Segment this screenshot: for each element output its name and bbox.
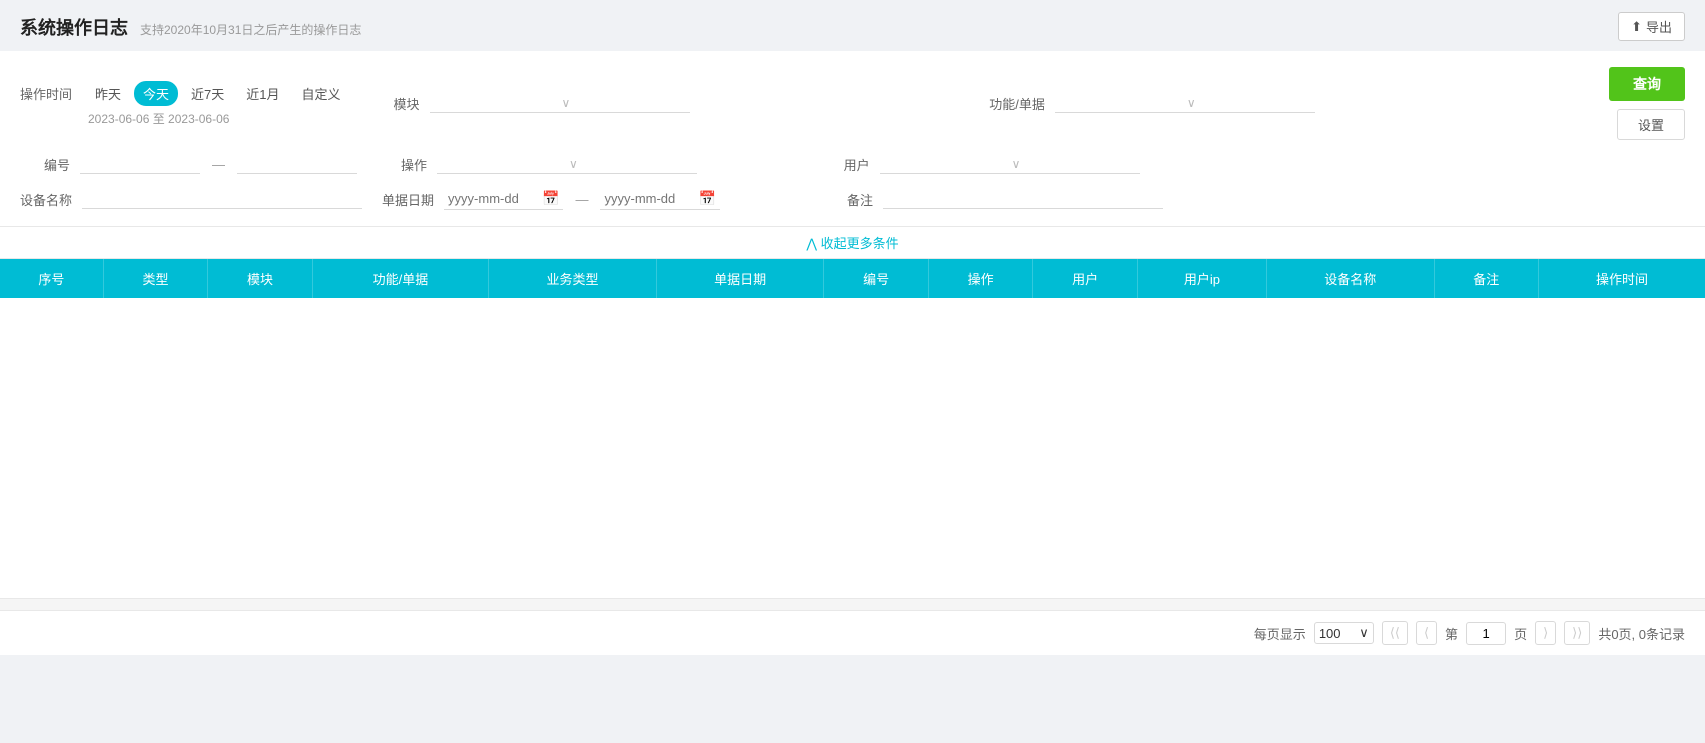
page-title: 系统操作日志 (20, 14, 128, 40)
number-start-input[interactable] (80, 154, 200, 174)
col-module: 模块 (208, 259, 312, 298)
time-buttons: 昨天 今天 近7天 近1月 自定义 (86, 81, 350, 106)
page-subtitle: 支持2020年10月31日之后产生的操作日志 (140, 21, 361, 38)
col-doc-date: 单据日期 (656, 259, 824, 298)
user-select[interactable]: ∨ (880, 155, 1140, 174)
time-btn-today[interactable]: 今天 (134, 81, 178, 106)
doc-date-filter: 单据日期 📅 — 📅 (382, 188, 803, 210)
per-page-label: 每页显示 (1254, 624, 1306, 643)
remark-filter: 备注 (823, 189, 1244, 209)
table-header-row: 序号 类型 模块 功能/单据 业务类型 单据日期 编号 操作 用户 用户ip 设… (0, 259, 1705, 298)
collapse-icon: ⋀ (806, 236, 817, 251)
number-dash: — (212, 157, 225, 172)
time-btn-7days[interactable]: 近7天 (182, 81, 233, 106)
table-header: 序号 类型 模块 功能/单据 业务类型 单据日期 编号 操作 用户 用户ip 设… (0, 259, 1705, 298)
date-end-input[interactable] (604, 191, 694, 206)
device-label: 设备名称 (20, 190, 82, 209)
col-user-ip: 用户ip (1137, 259, 1266, 298)
filter-panel: 操作时间 昨天 今天 近7天 近1月 自定义 2023-06-06 至 2023… (0, 51, 1705, 227)
date-dash: — (575, 192, 588, 207)
module-select[interactable]: ∨ (430, 94, 690, 113)
operation-select[interactable]: ∨ (437, 155, 697, 174)
user-filter: 用户 ∨ (820, 155, 1243, 174)
header-left: 系统操作日志 支持2020年10月31日之后产生的操作日志 (20, 14, 361, 40)
scrollbar-inner (0, 599, 1705, 600)
page-prev-button[interactable]: ⟨ (1416, 621, 1437, 645)
page-first-button[interactable]: ⟨⟨ (1382, 621, 1408, 645)
col-feature: 功能/单据 (312, 259, 488, 298)
table-wrap: 序号 类型 模块 功能/单据 业务类型 单据日期 编号 操作 用户 用户ip 设… (0, 259, 1705, 598)
calendar-start-icon[interactable]: 📅 (542, 190, 559, 207)
date-start-input[interactable] (448, 191, 538, 206)
operation-arrow-icon: ∨ (569, 157, 693, 171)
empty-area (0, 298, 1705, 598)
col-seq: 序号 (0, 259, 103, 298)
page-unit: 页 (1514, 624, 1527, 643)
time-label: 操作时间 (20, 84, 82, 103)
page-next-button[interactable]: ⟩ (1535, 621, 1556, 645)
number-range: — (80, 154, 357, 174)
per-page-arrow-icon: ∨ (1359, 625, 1369, 641)
time-filter: 操作时间 昨天 今天 近7天 近1月 自定义 2023-06-06 至 2023… (20, 81, 350, 127)
query-button[interactable]: 查询 (1609, 67, 1685, 101)
per-page-value: 100 (1319, 626, 1341, 641)
col-biz-type: 业务类型 (489, 259, 657, 298)
export-icon: ⬆ (1631, 19, 1642, 35)
doc-date-label: 单据日期 (382, 190, 444, 209)
settings-button[interactable]: 设置 (1617, 109, 1685, 140)
date-start-wrap: 📅 (444, 188, 563, 210)
page-last-button[interactable]: ⟩⟩ (1564, 621, 1590, 645)
data-table: 序号 类型 模块 功能/单据 业务类型 单据日期 编号 操作 用户 用户ip 设… (0, 259, 1705, 298)
horizontal-scrollbar[interactable] (0, 598, 1705, 610)
col-op-time: 操作时间 (1539, 259, 1705, 298)
user-label: 用户 (820, 155, 880, 174)
device-input[interactable] (82, 189, 362, 209)
number-label: 编号 (20, 155, 80, 174)
feature-select[interactable]: ∨ (1055, 94, 1315, 113)
col-operation: 操作 (928, 259, 1032, 298)
time-btn-custom[interactable]: 自定义 (293, 81, 350, 106)
feature-arrow-icon: ∨ (1187, 96, 1311, 110)
col-number: 编号 (824, 259, 928, 298)
page-number-input[interactable] (1466, 622, 1506, 645)
time-btn-1month[interactable]: 近1月 (237, 81, 288, 106)
remark-input[interactable] (883, 189, 1163, 209)
total-info: 共0页, 0条记录 (1598, 624, 1685, 643)
page-header: 系统操作日志 支持2020年10月31日之后产生的操作日志 ⬆ 导出 (0, 0, 1705, 51)
module-filter: 模块 ∨ (370, 94, 970, 113)
action-buttons: 查询 设置 (1609, 67, 1685, 140)
time-range-display: 2023-06-06 至 2023-06-06 (88, 112, 229, 126)
col-device: 设备名称 (1266, 259, 1434, 298)
module-label: 模块 (370, 94, 430, 113)
operation-label: 操作 (377, 155, 437, 174)
module-arrow-icon: ∨ (562, 96, 686, 110)
per-page-select[interactable]: 100 ∨ (1314, 622, 1374, 644)
page-label: 第 (1445, 624, 1458, 643)
feature-label: 功能/单据 (989, 94, 1055, 113)
col-type: 类型 (103, 259, 207, 298)
export-button[interactable]: ⬆ 导出 (1618, 12, 1685, 41)
user-arrow-icon: ∨ (1012, 157, 1136, 171)
date-end-wrap: 📅 (600, 188, 719, 210)
calendar-end-icon[interactable]: 📅 (698, 190, 715, 207)
number-filter: 编号 — (20, 154, 357, 174)
collapse-bar[interactable]: ⋀ 收起更多条件 (0, 227, 1705, 259)
col-remark: 备注 (1434, 259, 1538, 298)
feature-filter: 功能/单据 ∨ (989, 94, 1589, 113)
device-filter: 设备名称 (20, 189, 362, 209)
time-btn-yesterday[interactable]: 昨天 (86, 81, 130, 106)
number-end-input[interactable] (237, 154, 357, 174)
operation-filter: 操作 ∨ (377, 155, 800, 174)
collapse-label: 收起更多条件 (821, 236, 899, 251)
remark-label: 备注 (823, 190, 883, 209)
pagination-bar: 每页显示 100 ∨ ⟨⟨ ⟨ 第 页 ⟩ ⟩⟩ 共0页, 0条记录 (0, 610, 1705, 655)
col-user: 用户 (1033, 259, 1137, 298)
